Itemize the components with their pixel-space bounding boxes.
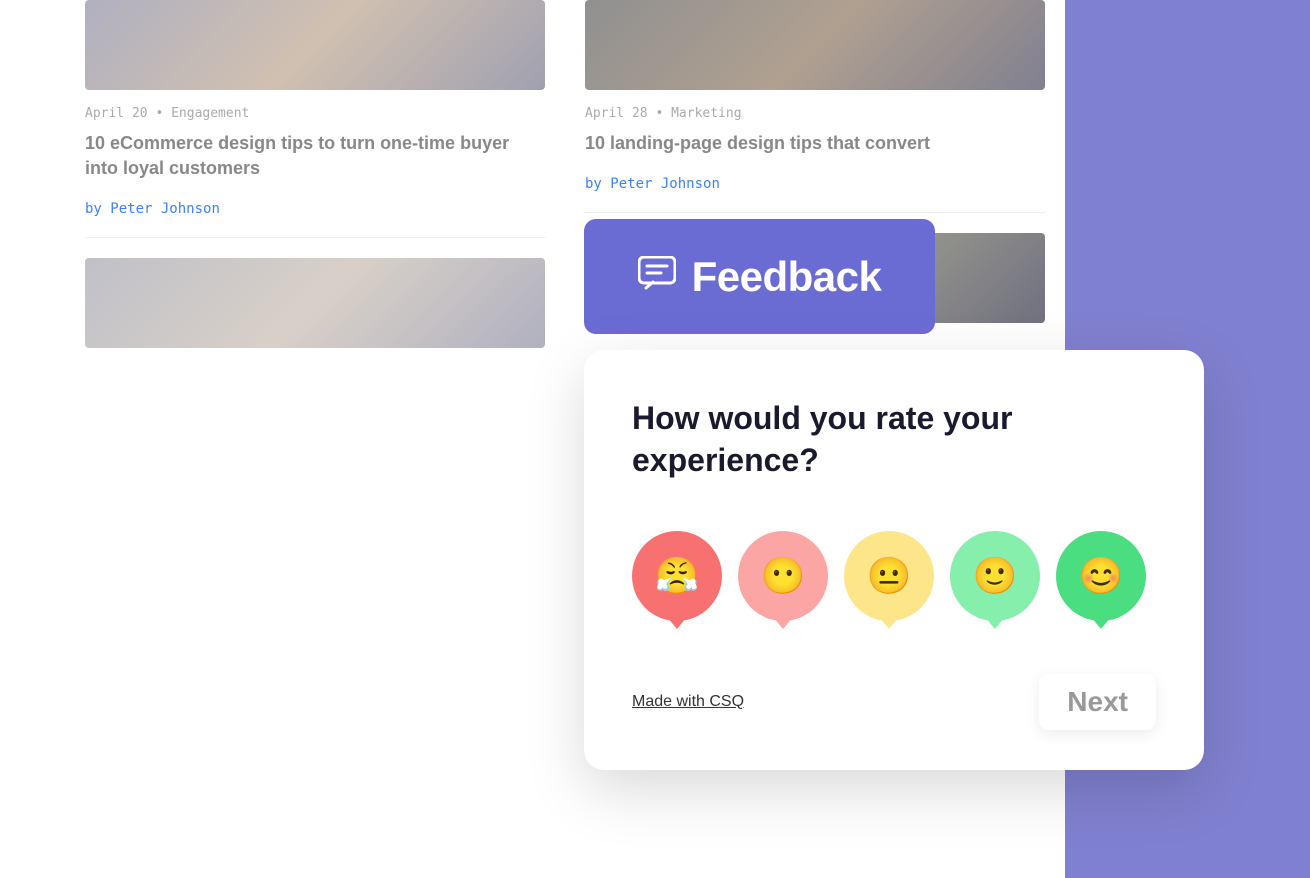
next-button[interactable]: Next: [1039, 674, 1156, 730]
blog-title-2: 10 landing-page design tips that convert: [585, 131, 1045, 156]
emoji-dissatisfied[interactable]: 😶: [738, 531, 828, 621]
feedback-label: Feedback: [692, 253, 882, 301]
blog-meta-2: April 28 • Marketing: [585, 106, 1045, 121]
blog-left-column: April 20 • Engagement 10 eCommerce desig…: [65, 0, 565, 878]
emoji-very-dissatisfied[interactable]: 😤: [632, 531, 722, 621]
modal-footer: Made with CSQ Next: [632, 674, 1156, 730]
emoji-satisfied[interactable]: 🙂: [950, 531, 1040, 621]
emoji-rating-row: 😤 😶 😐 🙂 😊: [632, 531, 1156, 621]
made-with-link[interactable]: Made with CSQ: [632, 693, 744, 711]
blog-post-3-preview: [85, 258, 545, 348]
blog-post-2: April 28 • Marketing 10 landing-page des…: [585, 0, 1045, 213]
divider-2: [585, 212, 1045, 213]
emoji-neutral[interactable]: 😐: [844, 531, 934, 621]
divider-1: [85, 237, 545, 238]
blog-image-3: [85, 258, 545, 348]
feedback-button[interactable]: Feedback: [584, 219, 935, 334]
feedback-chat-icon: [638, 256, 676, 298]
emoji-very-satisfied[interactable]: 😊: [1056, 531, 1146, 621]
blog-image-2: [585, 0, 1045, 90]
blog-meta-1: April 20 • Engagement: [85, 106, 545, 121]
modal-question: How would you rate your experience?: [632, 398, 1156, 481]
blog-post-1: April 20 • Engagement 10 eCommerce desig…: [85, 0, 545, 238]
blog-title-1: 10 eCommerce design tips to turn one-tim…: [85, 131, 545, 181]
blog-author-2: by Peter Johnson: [585, 176, 1045, 192]
blog-image-1: [85, 0, 545, 90]
feedback-modal: How would you rate your experience? 😤 😶 …: [584, 350, 1204, 770]
blog-author-1: by Peter Johnson: [85, 201, 545, 217]
